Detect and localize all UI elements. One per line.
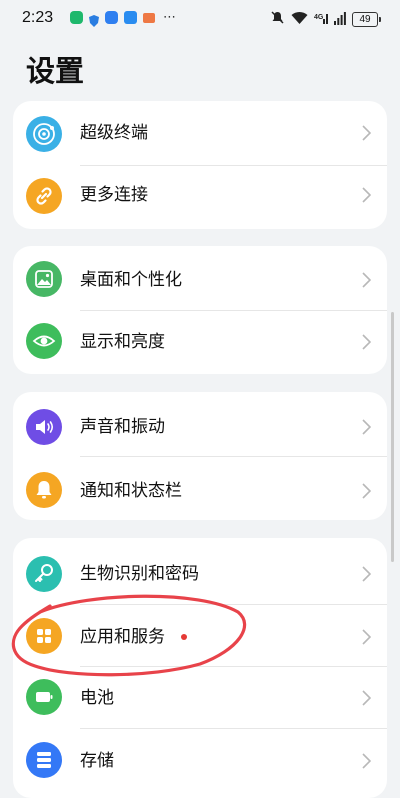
settings-item-label: 显示和亮度 — [80, 332, 165, 352]
status-bar: 2:23 ⋯ 4G 49 — [0, 0, 400, 36]
chevron-right-icon — [362, 419, 371, 435]
settings-item-desktop-personalization[interactable]: 桌面和个性化 — [13, 246, 387, 310]
signal-4g-icon: 4G — [314, 10, 328, 29]
settings-item-label: 电池 — [80, 688, 114, 708]
settings-item-label: 生物识别和密码 — [80, 564, 199, 584]
chevron-right-icon — [362, 690, 371, 706]
settings-item-label: 更多连接 — [80, 185, 148, 205]
battery-icon: 49 — [352, 12, 381, 27]
link-icon — [26, 178, 62, 214]
bell-icon — [26, 472, 62, 508]
settings-item-label: 桌面和个性化 — [80, 270, 182, 290]
storage-icon — [26, 742, 62, 778]
scrollbar[interactable] — [391, 312, 394, 562]
chevron-right-icon — [362, 566, 371, 582]
status-notification-icons: ⋯ — [70, 10, 176, 27]
settings-group-display: 桌面和个性化 显示和亮度 — [13, 246, 387, 374]
signal-bars-icon — [334, 10, 346, 29]
battery-item-icon — [26, 679, 62, 715]
settings-group-system: 生物识别和密码 应用和服务 电池 存储 — [13, 538, 387, 798]
divider — [80, 666, 387, 667]
divider — [80, 604, 387, 605]
settings-group-sound-notification: 声音和振动 通知和状态栏 — [13, 392, 387, 520]
divider — [80, 456, 387, 457]
chat-app-icon — [105, 11, 118, 24]
mute-icon — [270, 10, 285, 29]
key-icon — [26, 556, 62, 592]
settings-item-label: 声音和振动 — [80, 417, 165, 437]
divider — [80, 165, 387, 166]
shield-app-icon — [89, 12, 99, 27]
settings-group-connectivity: 超级终端 更多连接 — [13, 101, 387, 229]
gallery-app-icon — [143, 12, 155, 23]
settings-item-label: 应用和服务 — [80, 627, 165, 647]
phone-app-icon — [70, 11, 83, 24]
chevron-right-icon — [362, 753, 371, 769]
eye-icon — [26, 323, 62, 359]
page-title: 设置 — [26, 54, 85, 88]
chevron-right-icon — [362, 125, 371, 141]
divider — [80, 728, 387, 729]
status-time: 2:23 — [22, 9, 54, 26]
settings-item-label: 通知和状态栏 — [80, 481, 182, 501]
status-system-icons: 4G 49 — [270, 10, 381, 29]
settings-item-label: 存储 — [80, 751, 114, 771]
chevron-right-icon — [362, 187, 371, 203]
wallpaper-icon — [26, 261, 62, 297]
svg-text:4G: 4G — [314, 14, 324, 21]
chevron-right-icon — [362, 272, 371, 288]
settings-item-super-device[interactable]: 超级终端 — [13, 101, 387, 165]
more-notifications-icon: ⋯ — [163, 10, 176, 25]
chevron-right-icon — [362, 629, 371, 645]
wifi-icon — [291, 10, 308, 29]
settings-item-biometrics-password[interactable]: 生物识别和密码 — [13, 538, 387, 604]
cloud-app-icon — [124, 11, 137, 24]
divider — [80, 310, 387, 311]
settings-item-display-brightness[interactable]: 显示和亮度 — [13, 310, 387, 374]
chevron-right-icon — [362, 483, 371, 499]
super-device-icon — [26, 116, 62, 152]
settings-item-apps-services[interactable]: 应用和服务 — [13, 604, 387, 666]
settings-item-label: 超级终端 — [80, 123, 148, 143]
settings-item-more-connections[interactable]: 更多连接 — [13, 165, 387, 229]
settings-item-notification-statusbar[interactable]: 通知和状态栏 — [13, 456, 387, 520]
apps-grid-icon — [26, 618, 62, 654]
settings-item-battery[interactable]: 电池 — [13, 666, 387, 728]
settings-item-storage[interactable]: 存储 — [13, 728, 387, 790]
speaker-icon — [26, 409, 62, 445]
chevron-right-icon — [362, 334, 371, 350]
settings-item-sound-vibration[interactable]: 声音和振动 — [13, 392, 387, 456]
new-badge-dot — [181, 634, 187, 640]
